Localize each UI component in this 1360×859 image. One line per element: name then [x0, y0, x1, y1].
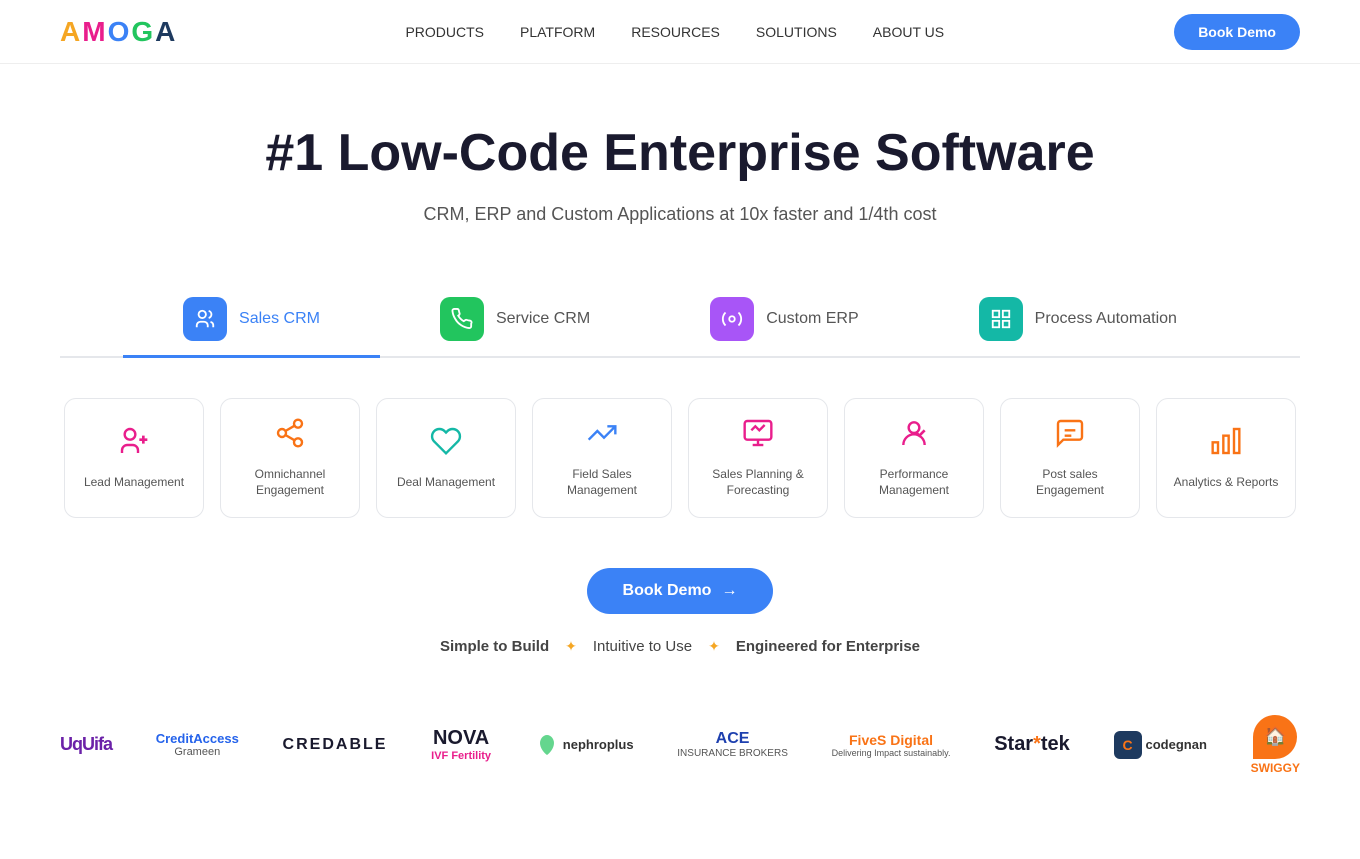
cta-arrow: → — [721, 582, 737, 600]
navbar-book-demo-button[interactable]: Book Demo — [1174, 14, 1300, 50]
nav-products[interactable]: PRODUCTS — [405, 24, 484, 40]
analytics-icon — [1210, 425, 1242, 464]
features-row: Simple to Build ✦ Intuitive to Use ✦ Eng… — [40, 638, 1320, 655]
card-deal-management[interactable]: Deal Management — [376, 398, 516, 518]
hero-title: #1 Low-Code Enterprise Software — [40, 124, 1320, 184]
product-tabs: Sales CRM Service CRM Custom ERP Process… — [60, 285, 1300, 358]
hero-subtitle: CRM, ERP and Custom Applications at 10x … — [40, 204, 1320, 225]
lead-management-icon — [118, 425, 150, 464]
service-crm-icon — [440, 297, 484, 341]
performance-management-label: Performance Management — [855, 466, 973, 500]
navbar: A M O G A PRODUCTS PLATFORM RESOURCES SO… — [0, 0, 1360, 64]
omnichannel-icon — [274, 417, 306, 456]
nav-platform[interactable]: PLATFORM — [520, 24, 595, 40]
omnichannel-label: Omnichannel Engagement — [231, 466, 349, 500]
tab-service-crm-label: Service CRM — [496, 310, 590, 328]
nav-about-us[interactable]: ABOUT US — [873, 24, 944, 40]
logo-letter-o: O — [108, 16, 130, 48]
feature-star-2: ✦ — [708, 638, 720, 655]
nav-links: PRODUCTS PLATFORM RESOURCES SOLUTIONS AB… — [405, 24, 944, 40]
sales-planning-label: Sales Planning & Forecasting — [699, 466, 817, 500]
logo-nephroplus: nephroplus — [535, 715, 634, 775]
deal-management-icon — [430, 425, 462, 464]
card-lead-management[interactable]: Lead Management — [64, 398, 204, 518]
tab-process-automation[interactable]: Process Automation — [919, 285, 1237, 358]
nav-resources[interactable]: RESOURCES — [631, 24, 720, 40]
logo-uquifa: UqUifa — [60, 715, 112, 775]
tab-sales-crm-label: Sales CRM — [239, 310, 320, 328]
tab-custom-erp-label: Custom ERP — [766, 310, 858, 328]
card-performance-management[interactable]: Performance Management — [844, 398, 984, 518]
performance-management-icon — [898, 417, 930, 456]
deal-management-label: Deal Management — [397, 474, 495, 491]
process-automation-icon — [979, 297, 1023, 341]
sales-planning-icon — [742, 417, 774, 456]
feature-1: Simple to Build — [440, 638, 549, 655]
field-sales-label: Field Sales Management — [543, 466, 661, 500]
logo-ace: ACE INSURANCE BROKERS — [677, 715, 788, 775]
cta-section: Book Demo → Simple to Build ✦ Intuitive … — [0, 538, 1360, 675]
cards-section: Lead Management Omnichannel Engagement D… — [0, 358, 1360, 538]
feature-star-1: ✦ — [565, 638, 577, 655]
logo-swiggy: 🏠 SWIGGY — [1251, 715, 1300, 775]
feature-2: Intuitive to Use — [593, 638, 692, 655]
card-omnichannel[interactable]: Omnichannel Engagement — [220, 398, 360, 518]
feature-3: Engineered for Enterprise — [736, 638, 920, 655]
logo-credable: CREDABLE — [283, 715, 388, 775]
logo-letter-a2: A — [155, 16, 175, 48]
card-post-sales[interactable]: Post sales Engagement — [1000, 398, 1140, 518]
field-sales-icon — [586, 417, 618, 456]
logo-letter-g: G — [131, 16, 153, 48]
logo-startek: Star*tek — [994, 715, 1070, 775]
cta-book-demo-button[interactable]: Book Demo → — [587, 568, 774, 614]
custom-erp-icon — [710, 297, 754, 341]
logo-creditaccess: CreditAccess Grameen — [156, 715, 239, 775]
tab-process-automation-label: Process Automation — [1035, 310, 1177, 328]
lead-management-label: Lead Management — [84, 474, 184, 491]
cta-label: Book Demo — [623, 582, 712, 600]
logo-fives-digital: FiveS Digital Delivering Impact sustaina… — [832, 715, 951, 775]
sales-crm-icon — [183, 297, 227, 341]
post-sales-icon — [1054, 417, 1086, 456]
logos-section: UqUifa CreditAccess Grameen CREDABLE NOV… — [0, 675, 1360, 835]
logo[interactable]: A M O G A — [60, 16, 175, 48]
logo-letter-m: M — [82, 16, 105, 48]
logo-letter-a1: A — [60, 16, 80, 48]
tab-service-crm[interactable]: Service CRM — [380, 285, 650, 358]
card-field-sales[interactable]: Field Sales Management — [532, 398, 672, 518]
tab-sales-crm[interactable]: Sales CRM — [123, 285, 380, 358]
logo-codegnan: C codegnan — [1114, 715, 1207, 775]
logo-nova-ivf: NOVA IVF Fertility — [431, 715, 491, 775]
logos-row: UqUifa CreditAccess Grameen CREDABLE NOV… — [60, 715, 1300, 775]
nav-solutions[interactable]: SOLUTIONS — [756, 24, 837, 40]
hero-section: #1 Low-Code Enterprise Software CRM, ERP… — [0, 64, 1360, 285]
tab-custom-erp[interactable]: Custom ERP — [650, 285, 918, 358]
cards-grid: Lead Management Omnichannel Engagement D… — [60, 398, 1300, 518]
post-sales-label: Post sales Engagement — [1011, 466, 1129, 500]
card-sales-planning[interactable]: Sales Planning & Forecasting — [688, 398, 828, 518]
card-analytics[interactable]: Analytics & Reports — [1156, 398, 1296, 518]
analytics-label: Analytics & Reports — [1174, 474, 1279, 491]
